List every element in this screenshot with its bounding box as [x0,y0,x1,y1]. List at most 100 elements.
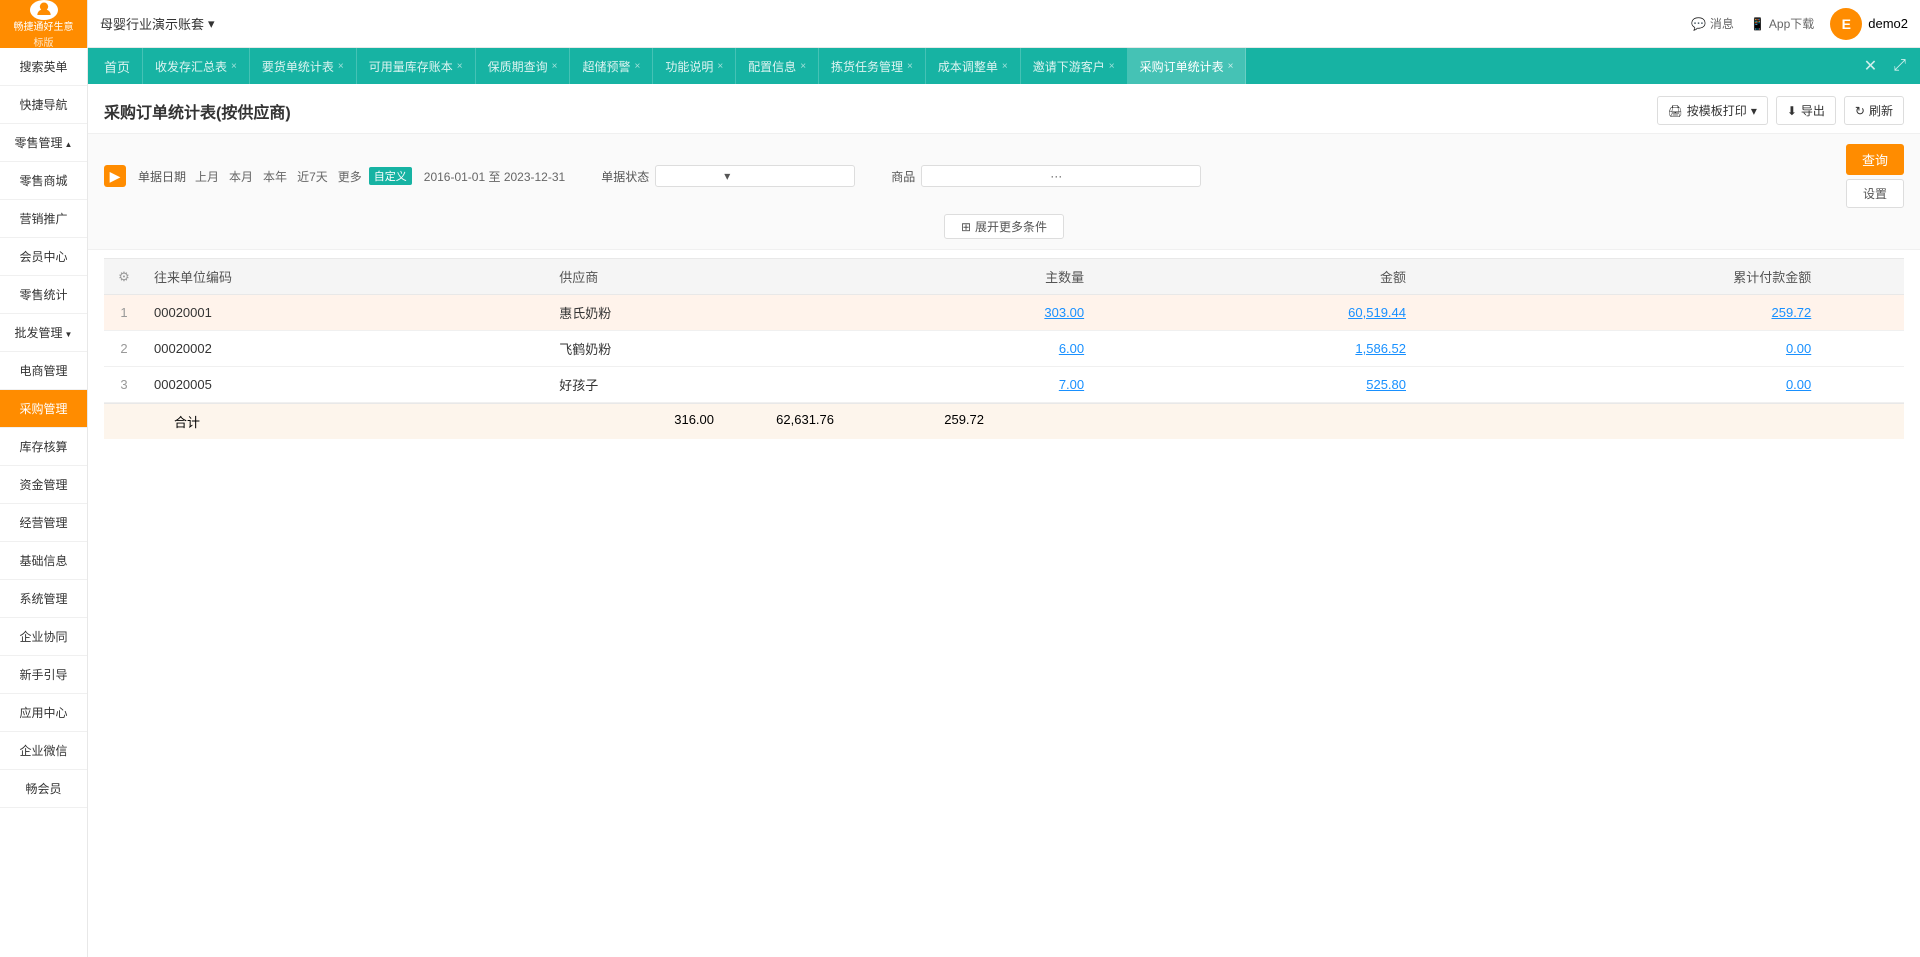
close-tab-btn[interactable]: ✕ [1858,54,1883,78]
cell-paid[interactable]: 259.72 [1416,295,1821,331]
col-amount: 金额 [1094,259,1416,295]
app-logo: 畅捷通好生意 标版 [0,0,87,48]
cell-amount[interactable]: 1,586.52 [1094,331,1416,367]
col-qty: 主数量 [847,259,1094,295]
sidebar-item-retail[interactable]: 零售管理 [0,124,87,162]
account-dropdown[interactable]: 母婴行业演示账套 ▾ [100,14,215,33]
tab-close-purchase-summary[interactable]: × [1228,61,1234,72]
sidebar-item-search[interactable]: 搜索英单 [0,48,87,86]
user-avatar-wrap[interactable]: E demo2 [1830,8,1908,40]
settings-btn[interactable]: 设置 [1846,179,1904,208]
dropdown-arrow-icon: ▾ [208,16,215,32]
sidebar-item-wechat[interactable]: 企业微信 [0,732,87,770]
sidebar-item-membership[interactable]: 会员中心 [0,238,87,276]
status-select[interactable]: ▾ [655,165,855,187]
tab-cost-adjust[interactable]: 成本调整单× [926,48,1021,84]
tab-config-info[interactable]: 配置信息× [736,48,819,84]
avatar-initials: E [1842,16,1851,32]
tab-close-invite-downstream[interactable]: × [1109,61,1115,72]
sidebar-item-appcenter[interactable]: 应用中心 [0,694,87,732]
sidebar-item-collab[interactable]: 企业协同 [0,618,87,656]
cell-paid[interactable]: 0.00 [1416,367,1821,403]
goods-filter-item: 商品 ··· [891,165,1201,187]
sidebar-item-ops[interactable]: 经营管理 [0,504,87,542]
sidebar-item-inventory[interactable]: 库存核算 [0,428,87,466]
goods-select[interactable]: ··· [921,165,1201,187]
col-paid: 累计付款金额 [1416,259,1821,295]
footer-amount: 62,631.76 [724,412,844,431]
sidebar-item-retail-mall[interactable]: 零售商城 [0,162,87,200]
tab-purchase-summary[interactable]: 采购订单统计表× [1128,48,1247,84]
date-shortcut-this-year[interactable]: 本年 [260,167,290,186]
app-download-btn[interactable]: 📱 App下载 [1750,15,1814,32]
cell-qty[interactable]: 303.00 [847,295,1094,331]
sidebar: 畅捷通好生意 标版 搜索英单快捷导航零售管理零售商城营销推广会员中心零售统计批发… [0,0,88,957]
message-icon: 💬 [1691,17,1706,31]
export-label: 导出 [1801,102,1825,119]
sidebar-item-vip[interactable]: 畅会员 [0,770,87,808]
sidebar-item-retail-stats[interactable]: 零售统计 [0,276,87,314]
query-btn[interactable]: 查询 [1846,144,1904,175]
date-shortcut-this-month[interactable]: 本月 [226,167,256,186]
custom-tag: 自定义 [369,167,412,185]
cell-extra [1821,295,1904,331]
sidebar-item-ecommerce[interactable]: 电商管理 [0,352,87,390]
top-bar-left: 母婴行业演示账套 ▾ [100,14,215,33]
tab-close-available-inventory[interactable]: × [457,61,463,72]
tab-close-expiry-query[interactable]: × [552,61,558,72]
print-btn[interactable]: 🖨 按模板打印 ▾ [1657,96,1768,125]
cell-amount[interactable]: 525.80 [1094,367,1416,403]
maximize-tab-btn[interactable]: ⤢ [1887,55,1912,77]
sidebar-item-basic[interactable]: 基础信息 [0,542,87,580]
refresh-label: 刷新 [1869,102,1893,119]
cell-extra [1821,367,1904,403]
refresh-icon: ↻ [1855,104,1865,118]
sidebar-item-wholesale[interactable]: 批发管理 [0,314,87,352]
export-btn[interactable]: ⬇ 导出 [1776,96,1836,125]
cell-index: 3 [104,367,144,403]
tab-home[interactable]: 首页 [92,48,143,84]
tab-receive-summary[interactable]: 收发存汇总表× [143,48,250,84]
tab-expiry-query[interactable]: 保质期查询× [476,48,571,84]
filter-toggle-btn[interactable]: ▶ [104,165,126,187]
date-range-value: 2016-01-01 至 2023-12-31 [424,168,565,185]
tab-available-inventory[interactable]: 可用量库存账本× [357,48,476,84]
print-icon: 🖨 [1668,104,1683,118]
tab-close-config-info[interactable]: × [800,61,806,72]
print-label: 按模板打印 [1687,102,1747,119]
footer-qty: 316.00 [624,412,724,431]
cell-supplier: 惠氏奶粉 [549,295,847,331]
cell-paid[interactable]: 0.00 [1416,331,1821,367]
cell-qty[interactable]: 6.00 [847,331,1094,367]
tab-overstock-warning[interactable]: 超储预警× [570,48,653,84]
col-settings-icon[interactable]: ⚙ [118,269,130,284]
tab-close-picking-task[interactable]: × [907,61,913,72]
tab-goods-summary[interactable]: 要货单统计表× [250,48,357,84]
date-shortcut-7days[interactable]: 近7天 [294,167,331,186]
sidebar-item-newguide[interactable]: 新手引导 [0,656,87,694]
date-shortcut-more[interactable]: 更多 [335,167,365,186]
message-btn[interactable]: 💬 消息 [1691,15,1734,32]
date-shortcut-last-month[interactable]: 上月 [192,167,222,186]
filter-row: ▶ 单据日期 上月 本月 本年 近7天 更多 自定义 2016-01-01 至 … [104,144,1904,208]
cell-amount[interactable]: 60,519.44 [1094,295,1416,331]
tab-close-overstock-warning[interactable]: × [634,61,640,72]
sidebar-item-finance[interactable]: 资金管理 [0,466,87,504]
cell-extra [1821,331,1904,367]
tab-function-desc[interactable]: 功能说明× [653,48,736,84]
refresh-btn[interactable]: ↻ 刷新 [1844,96,1904,125]
tab-close-receive-summary[interactable]: × [231,61,237,72]
sidebar-item-purchase[interactable]: 采购管理 [0,390,87,428]
sidebar-item-marketing[interactable]: 营销推广 [0,200,87,238]
tab-invite-downstream[interactable]: 邀请下游客户× [1021,48,1128,84]
tab-close-cost-adjust[interactable]: × [1002,61,1008,72]
sidebar-item-shortcut[interactable]: 快捷导航 [0,86,87,124]
expand-filters-row: ⊞ 展开更多条件 [104,214,1904,239]
sidebar-item-system[interactable]: 系统管理 [0,580,87,618]
tab-close-function-desc[interactable]: × [717,61,723,72]
tab-close-goods-summary[interactable]: × [338,61,344,72]
table-row: 1 00020001 惠氏奶粉 303.00 60,519.44 259.72 [104,295,1904,331]
cell-qty[interactable]: 7.00 [847,367,1094,403]
tab-picking-task[interactable]: 拣货任务管理× [819,48,926,84]
expand-filters-btn[interactable]: ⊞ 展开更多条件 [944,214,1064,239]
